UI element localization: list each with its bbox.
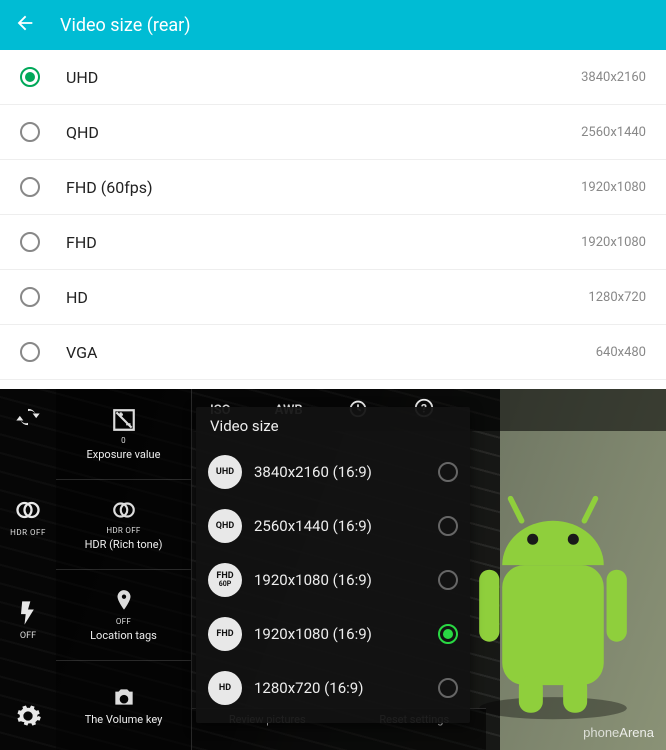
hdr-icon (14, 509, 42, 528)
badge-fhd60-icon: FHD60P (208, 563, 242, 597)
option-label: FHD (66, 233, 581, 252)
app-header: Video size (rear) (0, 0, 666, 50)
popup-option-text: 1920x1080 (16:9) (254, 571, 426, 589)
popup-option-qhd[interactable]: QHD 2560x1440 (16:9) (208, 499, 458, 553)
radio-icon (438, 462, 458, 482)
radio-icon (20, 232, 40, 252)
popup-option-text: 3840x2160 (16:9) (254, 463, 426, 481)
option-label: HD (66, 288, 588, 307)
radio-icon (20, 177, 40, 197)
radio-icon (20, 122, 40, 142)
flash-icon (14, 612, 42, 631)
back-icon[interactable] (14, 12, 36, 38)
badge-qhd-icon: QHD (208, 509, 242, 543)
settings-gear-icon[interactable] (14, 702, 42, 734)
camera-icon (111, 684, 137, 710)
option-vga[interactable]: VGA 640x480 (0, 325, 666, 380)
switch-camera-icon[interactable] (14, 403, 42, 435)
popup-option-text: 2560x1440 (16:9) (254, 517, 426, 535)
setting-label: Exposure value (87, 448, 161, 461)
hdr-sub: HDR OFF (106, 526, 140, 535)
camera-settings-grid: 0 Exposure value HDR OFF HDR (Rich tone)… (56, 389, 192, 750)
camera-left-column: HDR OFF OFF (0, 389, 56, 750)
setting-hdr[interactable]: HDR OFF HDR (Rich tone) (56, 479, 192, 570)
option-resolution: 1920x1080 (581, 180, 646, 195)
popup-option-text: 1920x1080 (16:9) (254, 625, 426, 643)
option-fhd60[interactable]: FHD (60fps) 1920x1080 (0, 160, 666, 215)
setting-label: HDR (Rich tone) (85, 538, 163, 551)
option-uhd[interactable]: UHD 3840x2160 (0, 50, 666, 105)
watermark: phoneArena (583, 725, 654, 740)
video-size-popup: Video size UHD 3840x2160 (16:9) QHD 2560… (196, 407, 470, 723)
flash-toggle[interactable]: OFF (14, 599, 42, 641)
popup-title: Video size (208, 417, 458, 435)
exposure-icon (111, 407, 137, 433)
hdr-icon (111, 497, 137, 523)
badge-uhd-icon: UHD (208, 455, 242, 489)
option-resolution: 1280x720 (588, 290, 646, 305)
radio-icon (20, 342, 40, 362)
popup-option-fhd[interactable]: FHD 1920x1080 (16:9) (208, 607, 458, 661)
video-size-list: UHD 3840x2160 QHD 2560x1440 FHD (60fps) … (0, 50, 666, 380)
radio-icon (20, 67, 40, 87)
flash-status: OFF (14, 631, 42, 641)
exposure-sub: 0 (121, 436, 126, 445)
radio-icon (20, 287, 40, 307)
hdr-toggle[interactable]: HDR OFF (10, 496, 46, 537)
camera-overlay: HDR OFF OFF 0 Exposure value HDR OFF HDR… (0, 389, 666, 750)
setting-label: Location tags (90, 629, 157, 642)
radio-icon (438, 570, 458, 590)
popup-option-uhd[interactable]: UHD 3840x2160 (16:9) (208, 445, 458, 499)
hdr-status: HDR OFF (10, 528, 46, 537)
option-label: FHD (60fps) (66, 178, 581, 197)
popup-option-fhd60[interactable]: FHD60P 1920x1080 (16:9) (208, 553, 458, 607)
popup-option-hd[interactable]: HD 1280x720 (16:9) (208, 661, 458, 715)
setting-label: The Volume key (85, 713, 163, 726)
option-label: UHD (66, 68, 581, 87)
setting-location[interactable]: OFF Location tags (56, 569, 192, 660)
option-label: VGA (66, 343, 596, 362)
option-label: QHD (66, 123, 581, 142)
option-resolution: 640x480 (596, 345, 646, 360)
option-qhd[interactable]: QHD 2560x1440 (0, 105, 666, 160)
popup-option-text: 1280x720 (16:9) (254, 679, 426, 697)
badge-hd-icon: HD (208, 671, 242, 705)
radio-icon (438, 516, 458, 536)
location-icon (111, 588, 137, 614)
option-fhd[interactable]: FHD 1920x1080 (0, 215, 666, 270)
setting-volume-key[interactable]: The Volume key (56, 660, 192, 750)
radio-icon (438, 624, 458, 644)
setting-exposure[interactable]: 0 Exposure value (56, 389, 192, 479)
option-resolution: 2560x1440 (581, 125, 646, 140)
option-resolution: 3840x2160 (581, 70, 646, 85)
location-sub: OFF (116, 617, 131, 626)
option-resolution: 1920x1080 (581, 235, 646, 250)
page-title: Video size (rear) (60, 15, 191, 36)
radio-icon (438, 678, 458, 698)
badge-fhd-icon: FHD (208, 617, 242, 651)
option-hd[interactable]: HD 1280x720 (0, 270, 666, 325)
